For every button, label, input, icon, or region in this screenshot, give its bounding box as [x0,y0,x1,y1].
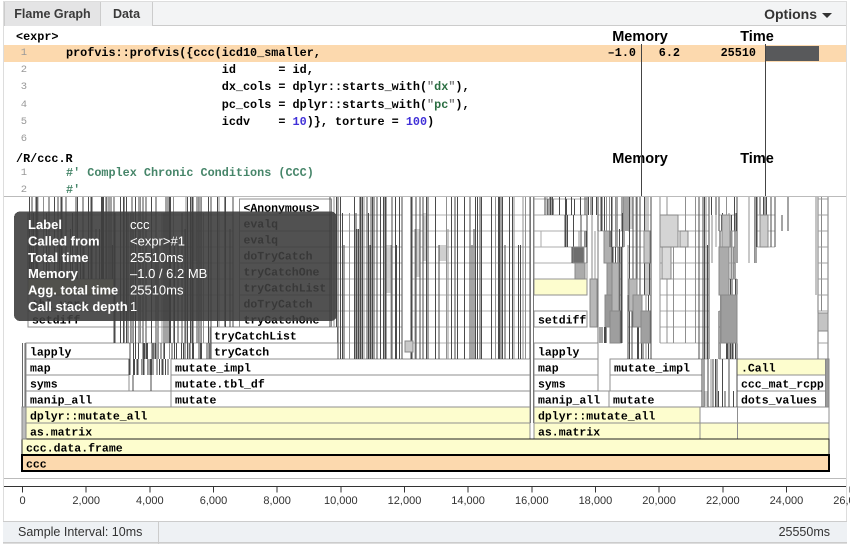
svg-text:1: 1 [130,299,137,314]
svg-text:24,000: 24,000 [770,495,804,507]
svg-text:12,000: 12,000 [388,495,422,507]
svg-text:mutate: mutate [613,394,655,407]
svg-text:manip_all: manip_all [30,394,92,407]
svg-text:16,000: 16,000 [515,495,549,507]
svg-text:22,000: 22,000 [706,495,740,507]
svg-text:as.matrix: as.matrix [538,426,600,439]
svg-text:26,000: 26,000 [833,495,850,507]
svg-text:Memory: Memory [28,266,79,281]
svg-text:tryCatch: tryCatch [214,346,269,359]
svg-text:ccc: ccc [26,458,47,471]
svg-text:mutate_impl: mutate_impl [175,362,251,375]
svg-text:dplyr::mutate_all: dplyr::mutate_all [538,410,655,423]
svg-text:mutate: mutate [175,394,217,407]
svg-text:20,000: 20,000 [642,495,676,507]
svg-text:mutate.tbl_df: mutate.tbl_df [175,378,265,391]
svg-text:dplyr::mutate_all: dplyr::mutate_all [30,410,147,423]
svg-text:syms: syms [30,378,58,391]
svg-text:mutate_impl: mutate_impl [614,362,690,375]
svg-text:Label: Label [28,217,62,232]
svg-text:syms: syms [538,378,566,391]
svg-text:lapply: lapply [30,346,72,359]
svg-text:8,000: 8,000 [263,495,291,507]
svg-text:6,000: 6,000 [200,495,228,507]
svg-text:–1.0 / 6.2 MB: –1.0 / 6.2 MB [130,266,207,281]
svg-text:2,000: 2,000 [72,495,100,507]
svg-text:Total time: Total time [28,250,88,265]
svg-text:dots_values: dots_values [741,394,817,407]
svg-text:manip_all: manip_all [538,394,600,407]
svg-text:14,000: 14,000 [451,495,485,507]
svg-text:lapply: lapply [538,346,580,359]
svg-text:Agg. total time: Agg. total time [28,283,118,298]
svg-text:ccc_mat_rcpp: ccc_mat_rcpp [741,378,824,391]
svg-text:25510ms: 25510ms [130,250,184,265]
svg-text:Called from: Called from [28,233,100,248]
svg-text:25510ms: 25510ms [130,283,184,298]
svg-text:<expr>#1: <expr>#1 [130,233,185,248]
svg-text:as.matrix: as.matrix [30,426,92,439]
svg-text:4,000: 4,000 [136,495,164,507]
svg-text:.Call: .Call [741,362,776,375]
svg-text:setdiff: setdiff [538,314,586,327]
svg-text:ccc.data.frame: ccc.data.frame [26,442,123,455]
svg-text:Call stack depth: Call stack depth [28,299,128,314]
svg-text:tryCatchList: tryCatchList [214,330,297,343]
svg-text:0: 0 [19,495,25,507]
svg-text:10,000: 10,000 [324,495,358,507]
svg-text:ccc: ccc [130,217,150,232]
svg-text:map: map [538,362,559,375]
svg-text:18,000: 18,000 [579,495,613,507]
svg-text:map: map [30,362,51,375]
